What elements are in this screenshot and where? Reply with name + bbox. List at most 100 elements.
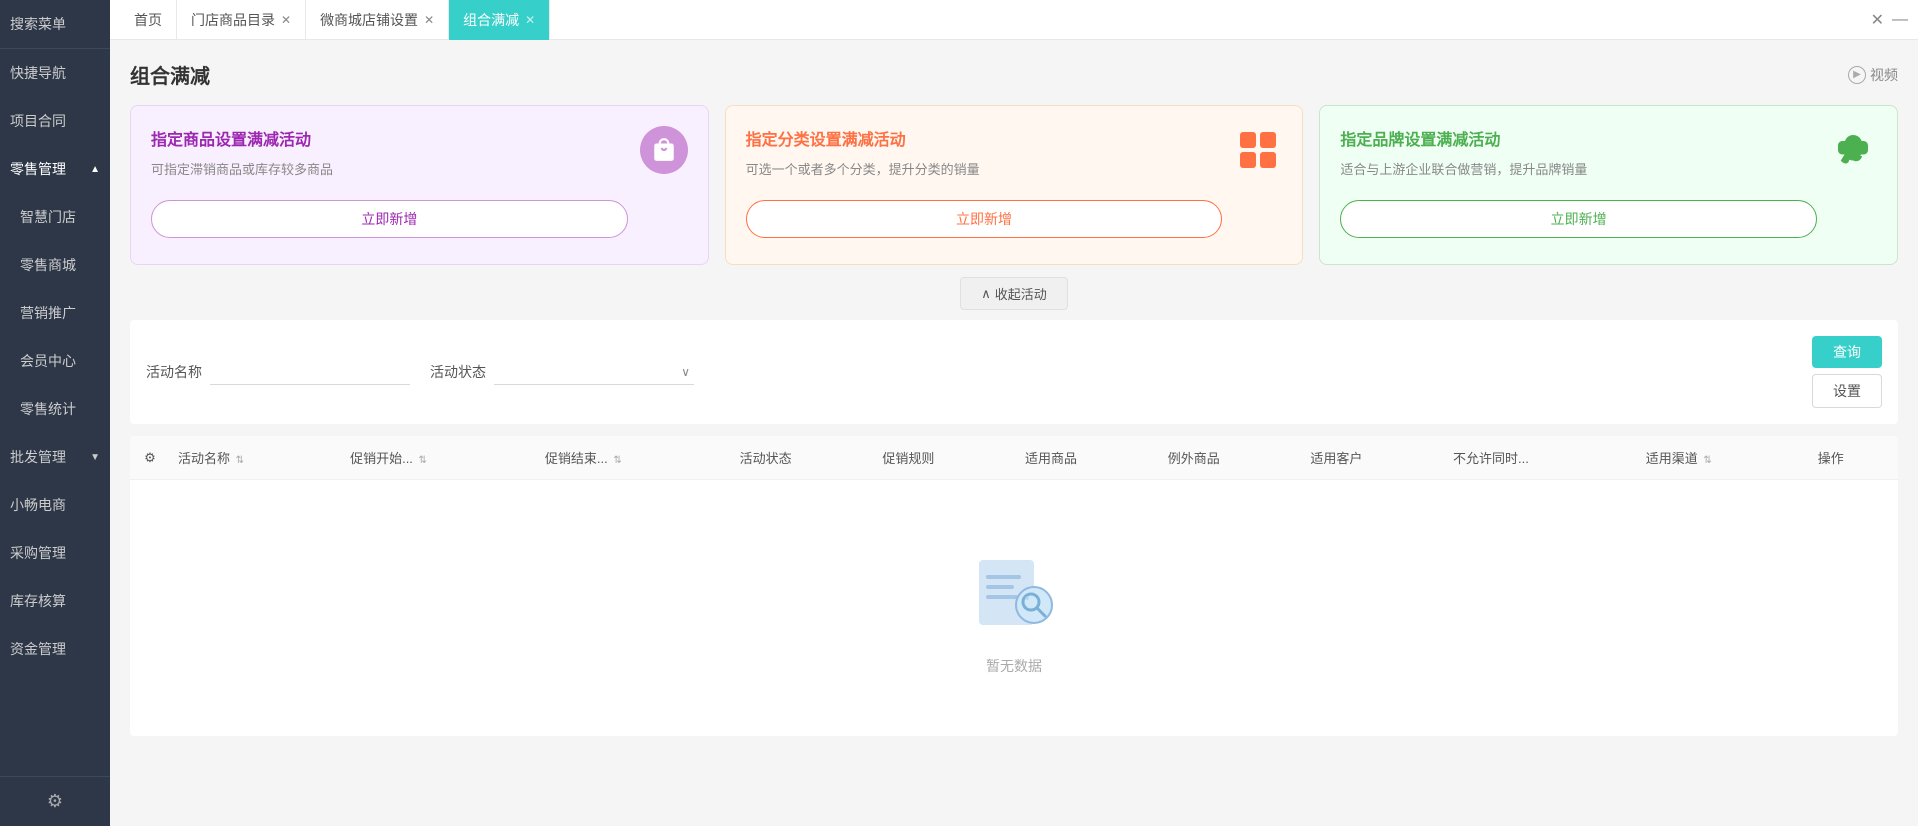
th-start: 促销开始... ⇅ — [342, 436, 537, 480]
sidebar-search[interactable]: 搜索菜单 — [0, 0, 110, 49]
activity-card-product: 指定商品设置满减活动 可指定滞销商品或库存较多商品 立即新增 — [130, 105, 709, 265]
empty-illustration — [964, 540, 1064, 640]
video-link[interactable]: ▶ 视频 — [1848, 65, 1898, 85]
th-exceptions: 例外商品 — [1160, 436, 1303, 480]
tab-store-catalog[interactable]: 门店商品目录 ✕ — [177, 0, 306, 40]
th-channels: 适用渠道 ⇅ — [1638, 436, 1810, 480]
card-desc-brand: 适合与上游企业联合做营销，提升品牌销量 — [1340, 160, 1877, 180]
empty-state: 暂无数据 — [130, 480, 1898, 736]
th-end: 促销结束... ⇅ — [537, 436, 732, 480]
data-table: ⚙ 活动名称 ⇅ 促销开始... ⇅ 促销结束... ⇅ — [130, 436, 1898, 736]
close-icon[interactable]: ✕ — [525, 13, 535, 27]
sidebar-item-kucun[interactable]: 库存核算 — [0, 577, 110, 625]
close-icon[interactable]: ✕ — [281, 13, 291, 27]
gear-icon[interactable]: ⚙ — [144, 450, 156, 465]
filter-buttons: 查询 设置 — [1812, 336, 1882, 408]
product-icon — [640, 126, 688, 174]
sidebar-item-label: 采购管理 — [10, 543, 66, 563]
collapse-arrow-icon: ∧ — [981, 286, 991, 302]
video-label: 视频 — [1870, 65, 1898, 85]
filter-status-label: 活动状态 — [430, 362, 486, 382]
sidebar-item-label: 会员中心 — [20, 351, 76, 371]
add-category-activity-button[interactable]: 立即新增 — [746, 200, 1223, 238]
tab-label: 门店商品目录 — [191, 10, 275, 30]
sidebar-item-xiangmu[interactable]: 项目合同 — [0, 97, 110, 145]
chevron-up-icon: ▲ — [90, 164, 100, 175]
sort-icon[interactable]: ⇅ — [236, 455, 244, 466]
sidebar-item-label: 零售统计 — [20, 399, 76, 419]
sidebar-item-pifa[interactable]: 批发管理 ▼ — [0, 433, 110, 481]
card-title-brand: 指定品牌设置满减活动 — [1340, 126, 1877, 150]
filter-name-label: 活动名称 — [146, 362, 202, 382]
th-name: 活动名称 ⇅ — [170, 436, 342, 480]
activity-card-category: 指定分类设置满减活动 可选一个或者多个分类，提升分类的销量 立即新增 — [725, 105, 1304, 265]
th-status: 活动状态 — [732, 436, 875, 480]
tab-micro-store[interactable]: 微商城店铺设置 ✕ — [306, 0, 449, 40]
chevron-down-icon: ▼ — [90, 452, 100, 463]
collapse-bar: ∧ 收起活动 — [130, 277, 1898, 310]
sidebar-item-label: 快捷导航 — [10, 63, 66, 83]
card-title-product: 指定商品设置满减活动 — [151, 126, 688, 150]
sidebar-item-kuaijie[interactable]: 快捷导航 — [0, 49, 110, 97]
sidebar-item-label: 项目合同 — [10, 111, 66, 131]
table-header-row: ⚙ 活动名称 ⇅ 促销开始... ⇅ 促销结束... ⇅ — [130, 436, 1898, 480]
main-area: 首页 门店商品目录 ✕ 微商城店铺设置 ✕ 组合满减 ✕ ✕ — 组合满减 ▶ … — [110, 0, 1918, 826]
activity-card-brand: 指定品牌设置满减活动 适合与上游企业联合做营销，提升品牌销量 立即新增 — [1319, 105, 1898, 265]
page-header: 组合满减 ▶ 视频 — [130, 60, 1898, 89]
sidebar-item-lingshou[interactable]: 零售管理 ▲ — [0, 145, 110, 193]
sidebar-item-zhihui[interactable]: 智慧门店 — [0, 193, 110, 241]
sidebar-item-yingxiao[interactable]: 营销推广 — [0, 289, 110, 337]
add-brand-activity-button[interactable]: 立即新增 — [1340, 200, 1817, 238]
tab-label: 微商城店铺设置 — [320, 10, 418, 30]
tab-bar: 首页 门店商品目录 ✕ 微商城店铺设置 ✕ 组合满减 ✕ ✕ — — [110, 0, 1918, 40]
sidebar-item-label: 资金管理 — [10, 639, 66, 659]
sort-icon[interactable]: ⇅ — [613, 455, 621, 466]
close-window-icon[interactable]: ✕ — [1871, 10, 1884, 30]
brand-icon — [1829, 126, 1877, 174]
filter-name-input[interactable] — [210, 360, 410, 385]
sidebar-item-huiyuan[interactable]: 会员中心 — [0, 337, 110, 385]
settings-icon[interactable]: ⚙ — [47, 791, 63, 812]
content-area: 组合满减 ▶ 视频 指定商品设置满减活动 可指定滞销商品或库存较多商品 立即新增 — [110, 40, 1918, 826]
sidebar-item-label: 批发管理 — [10, 447, 66, 467]
sidebar-item-label: 库存核算 — [10, 591, 66, 611]
card-desc-category: 可选一个或者多个分类，提升分类的销量 — [746, 160, 1283, 180]
tab-combo-discount[interactable]: 组合满减 ✕ — [449, 0, 550, 40]
close-icon[interactable]: ✕ — [424, 13, 434, 27]
minimize-window-icon[interactable]: — — [1892, 11, 1908, 29]
sidebar-item-shangcheng[interactable]: 零售商城 — [0, 241, 110, 289]
collapse-button[interactable]: ∧ 收起活动 — [960, 277, 1068, 310]
add-product-activity-button[interactable]: 立即新增 — [151, 200, 628, 238]
sort-icon[interactable]: ⇅ — [1703, 455, 1711, 466]
sidebar-item-label: 零售商城 — [20, 255, 76, 275]
sidebar-item-tongji[interactable]: 零售统计 — [0, 385, 110, 433]
filter-row: 活动名称 活动状态 ∨ 查询 设置 — [130, 320, 1898, 424]
sidebar-item-label: 智慧门店 — [20, 207, 76, 227]
sidebar-item-caigou[interactable]: 采购管理 — [0, 529, 110, 577]
activity-cards: 指定商品设置满减活动 可指定滞销商品或库存较多商品 立即新增 指定分类设置满减活… — [130, 105, 1898, 265]
filter-status-item: 活动状态 ∨ — [430, 360, 694, 385]
tab-home[interactable]: 首页 — [120, 0, 177, 40]
setting-button[interactable]: 设置 — [1812, 374, 1882, 408]
sidebar: 搜索菜单 快捷导航 项目合同 零售管理 ▲ 智慧门店 零售商城 营销推广 会员中… — [0, 0, 110, 826]
card-desc-product: 可指定滞销商品或库存较多商品 — [151, 160, 688, 180]
filter-name-item: 活动名称 — [146, 360, 410, 385]
query-button[interactable]: 查询 — [1812, 336, 1882, 368]
th-actions: 操作 — [1810, 436, 1898, 480]
sidebar-item-xiaochang[interactable]: 小畅电商 — [0, 481, 110, 529]
th-products: 适用商品 — [1017, 436, 1160, 480]
tab-window-controls: ✕ — — [1871, 10, 1908, 30]
tab-label: 首页 — [134, 10, 162, 30]
category-icon — [1234, 126, 1282, 174]
th-no-concurrent: 不允许同时... — [1445, 436, 1638, 480]
collapse-label: 收起活动 — [995, 284, 1047, 303]
sidebar-item-zijin[interactable]: 资金管理 — [0, 625, 110, 673]
play-icon: ▶ — [1848, 66, 1866, 84]
sidebar-item-label: 营销推广 — [20, 303, 76, 323]
sidebar-bottom: ⚙ — [0, 776, 110, 826]
filter-status-select[interactable] — [494, 360, 694, 385]
empty-text: 暂无数据 — [986, 656, 1042, 676]
sort-icon[interactable]: ⇅ — [419, 455, 427, 466]
page-title: 组合满减 — [130, 60, 210, 89]
th-gear: ⚙ — [130, 436, 170, 480]
